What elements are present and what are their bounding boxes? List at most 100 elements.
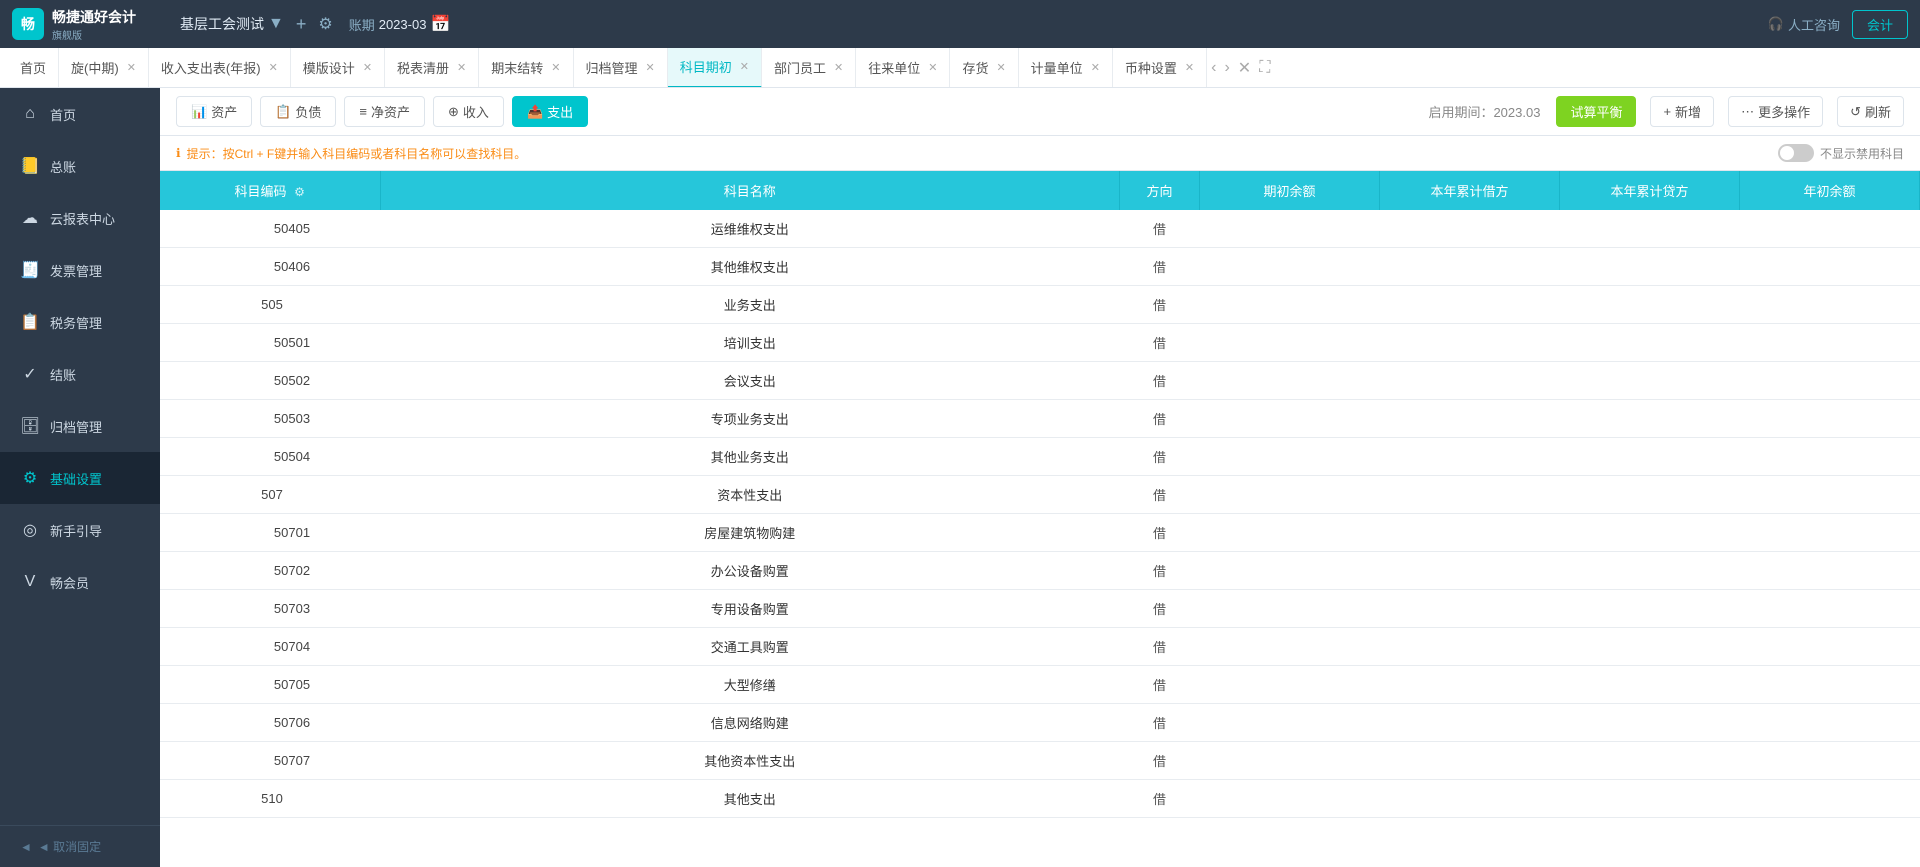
tab-close-icon[interactable]: ✕ xyxy=(363,61,372,74)
collapse-icon: ◄ xyxy=(20,840,32,854)
sidebar-item-ledger[interactable]: 📒 总账 xyxy=(0,140,160,192)
tab-close-icon[interactable]: ✕ xyxy=(740,60,749,73)
table-row[interactable]: 50706信息网络购建借 xyxy=(160,704,1920,742)
table-row[interactable]: 50406其他维权支出借 xyxy=(160,248,1920,286)
filter-tab-asset[interactable]: 📊 资产 xyxy=(176,96,252,127)
calendar-icon[interactable]: 📅 xyxy=(430,14,450,34)
tab-close-icon[interactable]: ✕ xyxy=(834,61,843,74)
sidebar-item-close-account[interactable]: ✓ 结账 xyxy=(0,348,160,400)
tab-close-icon[interactable]: ✕ xyxy=(127,61,136,74)
add-icon: + xyxy=(1663,104,1671,119)
cell-ytd-debit xyxy=(1380,704,1560,742)
add-button[interactable]: + 新增 xyxy=(1650,96,1714,127)
tab-annual-report[interactable]: 收入支出表(年报) ✕ xyxy=(149,48,291,88)
table-row[interactable]: 50705大型修缮借 xyxy=(160,666,1920,704)
cell-name: 其他支出 xyxy=(380,780,1120,818)
period-label: 账期 xyxy=(349,15,375,34)
tab-close-icon[interactable]: ✕ xyxy=(646,61,655,74)
company-dropdown-icon[interactable]: ▼ xyxy=(268,15,284,33)
cell-initial xyxy=(1200,780,1380,818)
table-row[interactable]: 50405运维维权支出借 xyxy=(160,210,1920,248)
cell-name: 信息网络购建 xyxy=(380,704,1120,742)
sidebar-item-member[interactable]: V 畅会员 xyxy=(0,556,160,608)
cell-year-start xyxy=(1740,742,1920,780)
tab-template-design[interactable]: 模版设计 ✕ xyxy=(291,48,385,88)
cell-ytd-credit xyxy=(1560,742,1740,780)
sidebar-item-basic-settings[interactable]: ⚙ 基础设置 xyxy=(0,452,160,504)
cell-initial xyxy=(1200,628,1380,666)
tab-home[interactable]: 首页 xyxy=(8,48,59,88)
cell-dir: 借 xyxy=(1120,704,1200,742)
sidebar-item-home[interactable]: ⌂ 首页 xyxy=(0,88,160,140)
cell-year-start xyxy=(1740,400,1920,438)
tab-unit[interactable]: 计量单位 ✕ xyxy=(1019,48,1113,88)
table-row[interactable]: 50501培训支出借 xyxy=(160,324,1920,362)
sidebar-item-guide[interactable]: ◎ 新手引导 xyxy=(0,504,160,556)
tab-prev-icon[interactable]: ‹ xyxy=(1207,59,1220,77)
filter-tab-expenditure[interactable]: 📤 支出 xyxy=(512,96,588,127)
gear-icon[interactable]: ⚙ xyxy=(294,185,305,199)
tab-close-all-icon[interactable]: ✕ xyxy=(1234,58,1255,78)
table-row[interactable]: 50503专项业务支出借 xyxy=(160,400,1920,438)
account-button[interactable]: 会计 xyxy=(1852,10,1908,39)
tab-close-icon[interactable]: ✕ xyxy=(928,61,937,74)
tab-close-icon[interactable]: ✕ xyxy=(551,61,560,74)
tab-period-end[interactable]: 期末结转 ✕ xyxy=(479,48,573,88)
filter-tab-net-asset[interactable]: ≡ 净资产 xyxy=(344,96,425,127)
cell-code: 50704 xyxy=(160,628,380,666)
tab-next-icon[interactable]: › xyxy=(1220,59,1233,77)
tab-department[interactable]: 部门员工 ✕ xyxy=(762,48,856,88)
cell-initial xyxy=(1200,324,1380,362)
sidebar-item-archive[interactable]: 🗄 归档管理 xyxy=(0,400,160,452)
toggle-switch[interactable] xyxy=(1778,144,1814,162)
tab-label: 期末结转 xyxy=(491,58,543,77)
table-row[interactable]: 50703专用设备购置借 xyxy=(160,590,1920,628)
sidebar-item-invoice[interactable]: 🧾 发票管理 xyxy=(0,244,160,296)
help-button[interactable]: 🎧 人工咨询 xyxy=(1768,15,1840,34)
sidebar-item-reports[interactable]: ☁ 云报表中心 xyxy=(0,192,160,244)
tab-currency[interactable]: 币种设置 ✕ xyxy=(1113,48,1207,88)
calc-balance-button[interactable]: 试算平衡 xyxy=(1556,96,1636,127)
table-row[interactable]: 50707其他资本性支出借 xyxy=(160,742,1920,780)
filter-tab-income[interactable]: ⊕ 收入 xyxy=(433,96,504,127)
tab-close-icon[interactable]: ✕ xyxy=(1091,61,1100,74)
asset-icon: 📊 xyxy=(191,104,207,120)
more-actions-button[interactable]: ⋯ 更多操作 xyxy=(1728,96,1823,127)
subject-table: 科目编码 ⚙ 科目名称 方向 期初余额 本年累计借方 本年累计贷方 年初余额 5… xyxy=(160,171,1920,818)
filter-tab-liability[interactable]: 📋 负债 xyxy=(260,96,336,127)
tab-close-icon[interactable]: ✕ xyxy=(1185,61,1194,74)
table-row[interactable]: 50702办公设备购置借 xyxy=(160,552,1920,590)
tab-close-icon[interactable]: ✕ xyxy=(269,61,278,74)
cell-year-start xyxy=(1740,476,1920,514)
cell-ytd-debit xyxy=(1380,552,1560,590)
sidebar-collapse-button[interactable]: ◄ ◄ 取消固定 xyxy=(0,825,160,867)
refresh-button[interactable]: ↺ 刷新 xyxy=(1837,96,1904,127)
table-row[interactable]: 50504其他业务支出借 xyxy=(160,438,1920,476)
main-content: 📊 资产 📋 负债 ≡ 净资产 ⊕ 收入 📤 支出 启用期间：2023.03 试… xyxy=(160,88,1920,867)
tab-close-icon[interactable]: ✕ xyxy=(996,61,1005,74)
tab-mid-period[interactable]: 旋(中期) ✕ xyxy=(59,48,149,88)
table-row[interactable]: 510其他支出借 xyxy=(160,780,1920,818)
tab-tax-table[interactable]: 税表清册 ✕ xyxy=(385,48,479,88)
show-disabled-toggle[interactable]: 不显示禁用科目 xyxy=(1778,144,1904,162)
tab-subject-initial[interactable]: 科目期初 ✕ xyxy=(668,48,762,88)
cell-year-start xyxy=(1740,210,1920,248)
table-row[interactable]: 50701房屋建筑物购建借 xyxy=(160,514,1920,552)
tab-close-icon[interactable]: ✕ xyxy=(457,61,466,74)
add-icon[interactable]: + xyxy=(296,14,307,35)
cell-name: 运维维权支出 xyxy=(380,210,1120,248)
sidebar-item-tax[interactable]: 📋 税务管理 xyxy=(0,296,160,348)
col-header-year-start: 年初余额 xyxy=(1740,171,1920,210)
table-row[interactable]: 50502会议支出借 xyxy=(160,362,1920,400)
tab-archive[interactable]: 归档管理 ✕ xyxy=(574,48,668,88)
tab-expand-icon[interactable]: ⛶ xyxy=(1255,59,1274,77)
table-row[interactable]: 507资本性支出借 xyxy=(160,476,1920,514)
table-row[interactable]: 505业务支出借 xyxy=(160,286,1920,324)
settings-icon[interactable]: ⚙ xyxy=(318,14,332,34)
tab-inventory[interactable]: 存货 ✕ xyxy=(950,48,1018,88)
close-account-icon: ✓ xyxy=(20,364,40,384)
app-logo-icon: 畅 xyxy=(12,8,44,40)
sidebar-item-label: 归档管理 xyxy=(50,417,102,436)
table-row[interactable]: 50704交通工具购置借 xyxy=(160,628,1920,666)
tab-contacts[interactable]: 往来单位 ✕ xyxy=(856,48,950,88)
